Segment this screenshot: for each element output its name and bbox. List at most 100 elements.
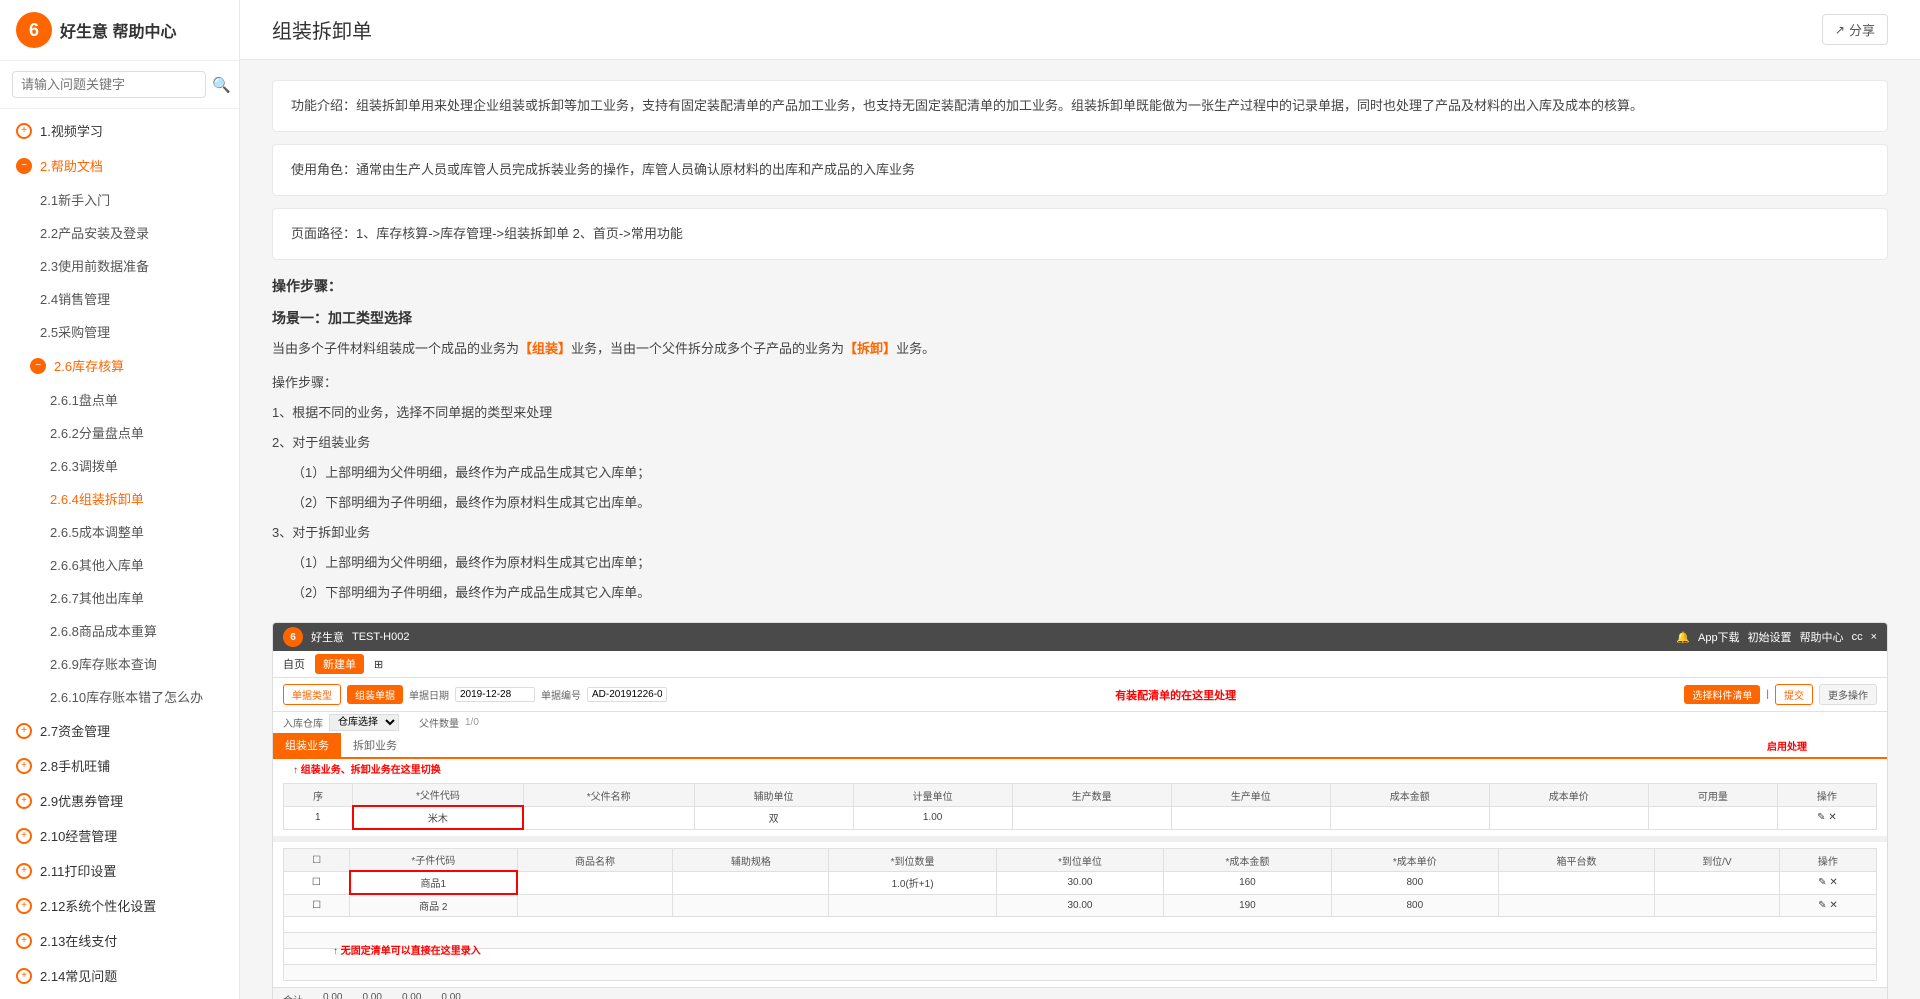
sidebar-item-payment-label: 2.13在线支付: [40, 931, 117, 950]
sc-cell: [1171, 806, 1330, 829]
sidebar-item-payment[interactable]: + 2.13在线支付: [0, 923, 239, 958]
sc-tab-assembly[interactable]: 组装业务: [273, 733, 341, 757]
plus-icon-print: +: [16, 863, 32, 879]
share-button[interactable]: ↗ 分享: [1822, 14, 1888, 45]
sc-docno-input[interactable]: [587, 687, 667, 702]
sidebar-item-purchase[interactable]: 2.5采购管理: [0, 315, 239, 348]
sc-th-2: *父件代码: [353, 784, 524, 807]
sc-tab-disassembly[interactable]: 拆卸业务: [341, 733, 409, 757]
sidebar-item-help-docs[interactable]: − 2.帮助文档: [0, 148, 239, 183]
sidebar-item-mobile[interactable]: + 2.8手机旺铺: [0, 748, 239, 783]
sc-footer-qty1: 0.00: [323, 992, 342, 999]
sc-sub-row-4: [284, 933, 1877, 949]
sc-toolbar: 单据类型 组装单据 单据日期 单据编号 有装配清单的在这里处理 选择料件清单 |…: [273, 678, 1887, 712]
sc-btn-select-bom[interactable]: 选择料件清单: [1684, 685, 1760, 704]
sidebar: 6 好生意 帮助中心 🔍 + 1.视频学习 − 2.帮助文档 2.1新手入门 2…: [0, 0, 240, 999]
search-input[interactable]: [12, 71, 206, 98]
search-box[interactable]: 🔍: [0, 61, 239, 109]
sc-cell: [1648, 806, 1777, 829]
sc-sub-cell: [517, 871, 673, 894]
sc-date-input[interactable]: [455, 687, 535, 702]
plus-icon-payment: +: [16, 933, 32, 949]
sc-count-value: 1/0: [465, 717, 479, 728]
sidebar-item-faq[interactable]: + 2.14常见问题: [0, 958, 239, 993]
sc-sub-cell: 商品 2: [350, 894, 517, 917]
plus-icon-customize: +: [16, 898, 32, 914]
sc-btn-more[interactable]: 更多操作: [1819, 684, 1877, 705]
sc-sub-cell: 800: [1331, 894, 1498, 917]
sidebar-item-inventory[interactable]: − 2.6库存核算: [0, 348, 239, 383]
sidebar-item-finance[interactable]: + 2.7资金管理: [0, 713, 239, 748]
sc-sub-cell: 1.0(折+1): [829, 871, 996, 894]
sc-sub-cell: 30.00: [996, 894, 1163, 917]
sc-cell: 1: [284, 806, 353, 829]
sc-date-label: 单据日期: [409, 687, 449, 702]
sc-lower-table: ☐ *子件代码 商品名称 辅助规格 *到位数量 *到位单位 *成本金额 *成本单…: [283, 848, 1877, 981]
sc-tabs-wrapper: 组装业务 拆卸业务 ↑ 组装业务、拆卸业务在这里切换 启用处理: [273, 733, 1887, 759]
sc-sub-th-1: *子件代码: [350, 849, 517, 872]
sc-annotation-sub-table: ↑ 无固定清单可以直接在这里录入: [333, 942, 481, 957]
sidebar-item-assembly[interactable]: 2.6.4组装拆卸单: [0, 482, 239, 515]
sc-app-name: 好生意: [311, 629, 344, 645]
sidebar-item-mgmt[interactable]: + 2.10经营管理: [0, 818, 239, 853]
sc-sub-cell: [1499, 871, 1655, 894]
sidebar-item-stocktake[interactable]: 2.6.1盘点单: [0, 383, 239, 416]
scenario1-desc: 当由多个子件材料组装成一个成品的业务为【组装】业务，当由一个父件拆分成多个子产品…: [272, 336, 1888, 362]
sc-sub-th-check: ☐: [284, 849, 350, 872]
steps-block: 操作步骤： 1、根据不同的业务，选择不同单据的类型来处理 2、对于组装业务 （1…: [272, 370, 1888, 606]
sc-titlebar: 6 好生意 TEST-H002 🔔 App下载 初始设置 帮助中心 cc ×: [273, 623, 1887, 651]
page-title: 组装拆卸单: [272, 15, 372, 44]
sc-footer-qty3: 0.00: [402, 992, 421, 999]
sidebar-item-coupon[interactable]: + 2.9优惠券管理: [0, 783, 239, 818]
sidebar-item-data-prep[interactable]: 2.3使用前数据准备: [0, 249, 239, 282]
sidebar-item-install[interactable]: 2.2产品安装及登录: [0, 216, 239, 249]
sidebar-item-cost-recalc[interactable]: 2.6.8商品成本重算: [0, 614, 239, 647]
plus-icon-mobile: +: [16, 758, 32, 774]
sidebar-item-ledger-fix[interactable]: 2.6.10库存账本错了怎么办: [0, 680, 239, 713]
sc-btn-submit[interactable]: 提交: [1775, 684, 1813, 705]
sc-sub-th-3: 辅助规格: [673, 849, 829, 872]
sc-logo: 6: [283, 627, 303, 647]
step2-1: （1）上部明细为父件明细，最终作为产成品生成其它入库单；: [272, 460, 1888, 486]
sidebar-item-print[interactable]: + 2.11打印设置: [0, 853, 239, 888]
sc-sub-cell-empty4: [284, 965, 1877, 981]
sc-titlebar-right: 🔔 App下载 初始设置 帮助中心 cc ×: [1676, 629, 1877, 645]
sc-table-row: 1 米木 双 1.00 ✎ ✕: [284, 806, 1877, 829]
logo-icon: 6: [16, 12, 52, 48]
sidebar-item-sales[interactable]: 2.4销售管理: [0, 282, 239, 315]
sc-field-row2: 入库仓库 仓库选择 父件数量 1/0: [273, 712, 1887, 733]
sidebar-item-transfer[interactable]: 2.6.3调拨单: [0, 449, 239, 482]
intro-block-2: 使用角色：通常由生产人员或库管人员完成拆装业务的操作，库管人员确认原材料的出库和…: [272, 144, 1888, 196]
sidebar-item-cases[interactable]: + 2.15操作案例: [0, 993, 239, 999]
sc-upper-table: 序 *父件代码 *父件名称 辅助单位 计量单位 生产数量 生产单位 成本金额 成…: [283, 783, 1877, 830]
sidebar-item-other-out[interactable]: 2.6.7其他出库单: [0, 581, 239, 614]
sc-nav-new: 新建单: [315, 654, 364, 674]
sc-tabs: 组装业务 拆卸业务: [273, 733, 1887, 759]
sc-footer-qty2: 0.00: [362, 992, 381, 999]
sc-sub-cell: ☐: [284, 894, 350, 917]
intro-block-1: 功能介绍：组装拆卸单用来处理企业组装或拆卸等加工业务，支持有固定装配清单的产品加…: [272, 80, 1888, 132]
sidebar-item-inventory-ledger[interactable]: 2.6.9库存账本查询: [0, 647, 239, 680]
sc-warehouse-select[interactable]: 仓库选择: [329, 714, 399, 731]
sc-cell: [523, 806, 694, 829]
sc-footer-total-label: 合计: [283, 992, 303, 999]
sc-icon-app: App下载: [1698, 629, 1740, 645]
sc-field-date: 单据日期: [409, 687, 535, 702]
sidebar-item-faq-label: 2.14常见问题: [40, 966, 117, 985]
sidebar-item-cost-adjust[interactable]: 2.6.5成本调整单: [0, 515, 239, 548]
sc-sub-cell: [1654, 894, 1779, 917]
sc-sub-cell: [829, 894, 996, 917]
sc-cell: 米木: [353, 806, 524, 829]
sc-field-warehouse: 入库仓库 仓库选择: [283, 714, 399, 731]
sc-th-9: 成本单价: [1489, 784, 1648, 807]
search-button[interactable]: 🔍: [212, 76, 231, 94]
sidebar-item-beginner[interactable]: 2.1新手入门: [0, 183, 239, 216]
sidebar-item-mobile-label: 2.8手机旺铺: [40, 756, 110, 775]
sidebar-header: 6 好生意 帮助中心: [0, 0, 239, 61]
sidebar-item-customize[interactable]: + 2.12系统个性化设置: [0, 888, 239, 923]
step3-2: （2）下部明细为子件明细，最终作为产成品生成其它入库单。: [272, 580, 1888, 606]
sidebar-item-other-in[interactable]: 2.6.6其他入库单: [0, 548, 239, 581]
sidebar-item-videos[interactable]: + 1.视频学习: [0, 113, 239, 148]
sc-sub-cell: 160: [1164, 871, 1331, 894]
sidebar-item-partial-stocktake[interactable]: 2.6.2分量盘点单: [0, 416, 239, 449]
